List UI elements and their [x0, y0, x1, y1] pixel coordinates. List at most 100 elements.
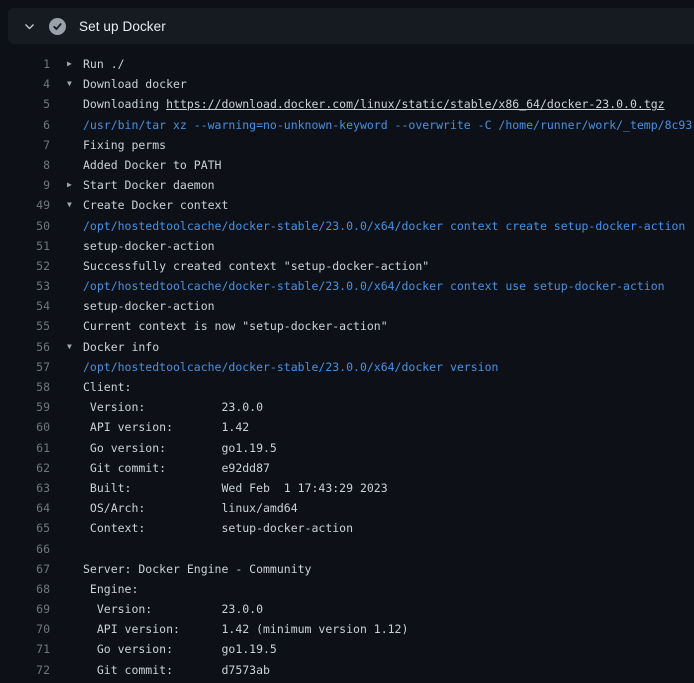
line-number[interactable]: 55: [0, 316, 50, 336]
marker-spacer: [50, 397, 83, 417]
log-text: Download docker: [83, 74, 694, 94]
marker-spacer: [50, 559, 83, 579]
line-number[interactable]: 61: [0, 438, 50, 458]
line-number[interactable]: 68: [0, 579, 50, 599]
log-group-line[interactable]: 49▼Create Docker context: [0, 195, 694, 215]
line-number[interactable]: 62: [0, 458, 50, 478]
line-number[interactable]: 69: [0, 599, 50, 619]
line-number[interactable]: 58: [0, 377, 50, 397]
line-number[interactable]: 5: [0, 94, 50, 114]
log-group-line[interactable]: 56▼Docker info: [0, 337, 694, 357]
marker-spacer: [50, 599, 83, 619]
log-line: 70 API version: 1.42 (minimum version 1.…: [0, 619, 694, 639]
log-group-line[interactable]: 1▶Run ./: [0, 54, 694, 74]
log-text: Go version: go1.19.5: [83, 639, 694, 659]
triangle-down-icon[interactable]: ▼: [50, 195, 83, 215]
log-line: 55 Current context is now "setup-docker-a…: [0, 316, 694, 336]
log-line: 65 Context: setup-docker-action: [0, 518, 694, 538]
log-text: Successfully created context "setup-dock…: [83, 256, 694, 276]
marker-spacer: [50, 498, 83, 518]
line-number[interactable]: 59: [0, 397, 50, 417]
line-number[interactable]: 66: [0, 539, 50, 559]
marker-spacer: [50, 458, 83, 478]
log-text: /usr/bin/tar xz --warning=no-unknown-key…: [83, 115, 694, 135]
log-text: Git commit: d7573ab: [83, 660, 694, 680]
log-link[interactable]: https://download.docker.com/linux/static…: [166, 97, 665, 111]
line-number[interactable]: 70: [0, 619, 50, 639]
log-line: 66: [0, 539, 694, 559]
line-number[interactable]: 67: [0, 559, 50, 579]
marker-spacer: [50, 256, 83, 276]
line-number[interactable]: 6: [0, 115, 50, 135]
log-line: 69 Version: 23.0.0: [0, 599, 694, 619]
marker-spacer: [50, 539, 83, 559]
line-number[interactable]: 1: [0, 54, 50, 74]
log-line: 63 Built: Wed Feb 1 17:43:29 2023: [0, 478, 694, 498]
log-group-line[interactable]: 4▼Download docker: [0, 74, 694, 94]
log-text: API version: 1.42: [83, 417, 694, 437]
log-text: Create Docker context: [83, 195, 694, 215]
line-number[interactable]: 51: [0, 236, 50, 256]
log-lines: 1▶Run ./4▼Download docker5Downloading ht…: [0, 54, 694, 680]
log-text: /opt/hostedtoolcache/docker-stable/23.0.…: [83, 216, 694, 236]
log-line: 71 Go version: go1.19.5: [0, 639, 694, 659]
marker-spacer: [50, 236, 83, 256]
marker-spacer: [50, 518, 83, 538]
log-text: Current context is now "setup-docker-act…: [83, 316, 694, 336]
marker-spacer: [50, 438, 83, 458]
log-line: 7Fixing perms: [0, 135, 694, 155]
marker-spacer: [50, 619, 83, 639]
log-text: Context: setup-docker-action: [83, 518, 694, 538]
line-number[interactable]: 4: [0, 74, 50, 94]
log-line: 53/opt/hostedtoolcache/docker-stable/23.…: [0, 276, 694, 296]
line-number[interactable]: 53: [0, 276, 50, 296]
line-number[interactable]: 65: [0, 518, 50, 538]
triangle-down-icon[interactable]: ▼: [50, 74, 83, 94]
triangle-down-icon[interactable]: ▼: [50, 337, 83, 357]
log-text: Built: Wed Feb 1 17:43:29 2023: [83, 478, 694, 498]
line-number[interactable]: 63: [0, 478, 50, 498]
line-number[interactable]: 57: [0, 357, 50, 377]
line-number[interactable]: 49: [0, 195, 50, 215]
line-number[interactable]: 54: [0, 296, 50, 316]
line-number[interactable]: 52: [0, 256, 50, 276]
line-number[interactable]: 56: [0, 337, 50, 357]
log-text: OS/Arch: linux/amd64: [83, 498, 694, 518]
log-text: /opt/hostedtoolcache/docker-stable/23.0.…: [83, 357, 694, 377]
marker-spacer: [50, 94, 83, 114]
log-line: 60 API version: 1.42: [0, 417, 694, 437]
log-text: Go version: go1.19.5: [83, 438, 694, 458]
log-text: Docker info: [83, 337, 694, 357]
line-number[interactable]: 8: [0, 155, 50, 175]
line-number[interactable]: 9: [0, 175, 50, 195]
step-header[interactable]: Set up Docker: [8, 8, 694, 44]
log-text: Server: Docker Engine - Community: [83, 559, 694, 579]
triangle-right-icon[interactable]: ▶: [50, 175, 83, 195]
log-line: 51 setup-docker-action: [0, 236, 694, 256]
chevron-down-icon[interactable]: [22, 19, 36, 33]
log-line: 8Added Docker to PATH: [0, 155, 694, 175]
marker-spacer: [50, 660, 83, 680]
log-text: [83, 539, 694, 559]
log-text: Engine:: [83, 579, 694, 599]
log-text: API version: 1.42 (minimum version 1.12): [83, 619, 694, 639]
line-number[interactable]: 71: [0, 639, 50, 659]
log-text: setup-docker-action: [83, 236, 694, 256]
log-line: 57/opt/hostedtoolcache/docker-stable/23.…: [0, 357, 694, 377]
triangle-right-icon[interactable]: ▶: [50, 54, 83, 74]
line-number[interactable]: 60: [0, 417, 50, 437]
marker-spacer: [50, 639, 83, 659]
log-line: 58Client:: [0, 377, 694, 397]
log-text: Downloading: [83, 97, 166, 111]
line-number[interactable]: 64: [0, 498, 50, 518]
line-number[interactable]: 72: [0, 660, 50, 680]
log-line: 72 Git commit: d7573ab: [0, 660, 694, 680]
log-group-line[interactable]: 9▶Start Docker daemon: [0, 175, 694, 195]
marker-spacer: [50, 135, 83, 155]
log-line: 67 Server: Docker Engine - Community: [0, 559, 694, 579]
line-number[interactable]: 7: [0, 135, 50, 155]
line-number[interactable]: 50: [0, 216, 50, 236]
marker-spacer: [50, 155, 83, 175]
log-text: Start Docker daemon: [83, 175, 694, 195]
marker-spacer: [50, 276, 83, 296]
